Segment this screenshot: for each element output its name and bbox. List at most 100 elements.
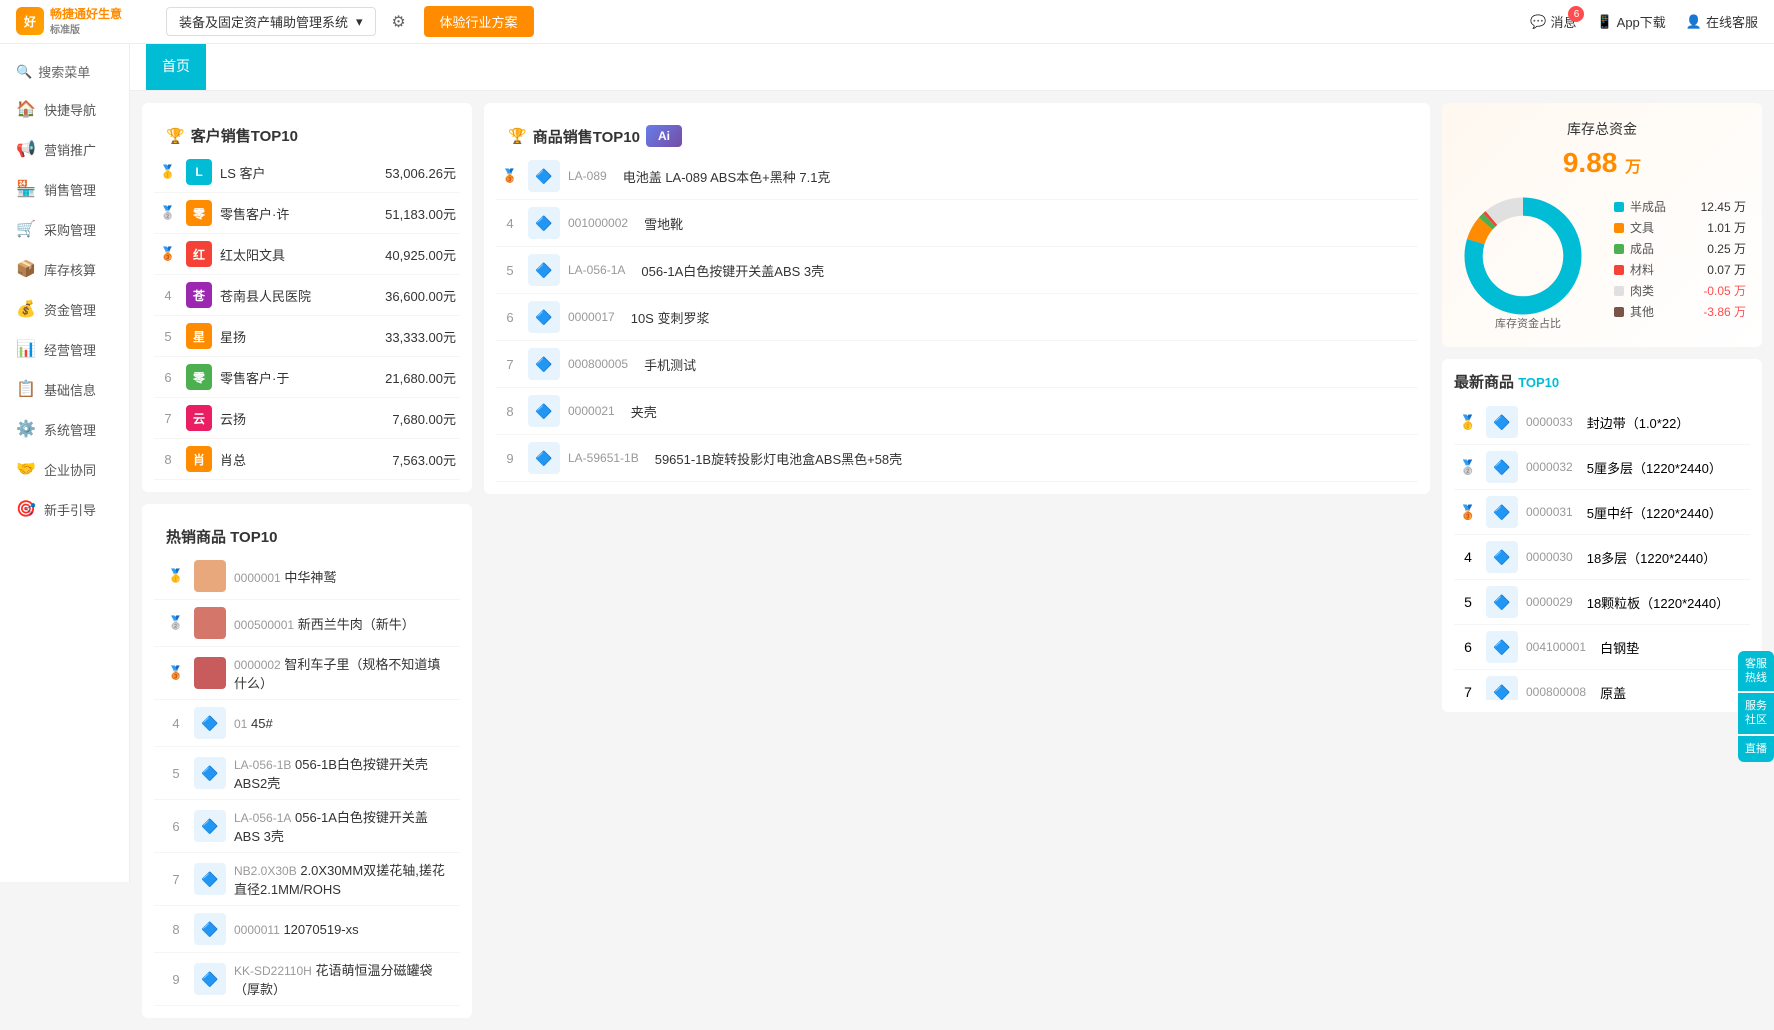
product-thumbnail: 🔷 [1486, 541, 1518, 573]
hot-product-row: 8 🔷 0000011 12070519-xs [154, 906, 460, 953]
product-thumbnail: 🔷 [194, 963, 226, 995]
hot-product-row: 6 🔷 LA-056-1A 056-1A白色按键开关盖ABS 3壳 [154, 800, 460, 853]
message-item[interactable]: 💬 消息 6 [1530, 12, 1576, 31]
product-sales-row: 🥉 🔷 LA-089 电池盖 LA-089 ABS本色+黑种 7.1克 [496, 153, 1418, 200]
customer-amount: 21,680.00元 [385, 368, 456, 387]
hot-products-panel: 热销商品 TOP10 🥇 0000001 中华神鹫 🥈 000500001 新西… [142, 504, 472, 1018]
tab-home[interactable]: 首页 [146, 44, 206, 90]
product-thumbnail: 🔷 [528, 301, 560, 333]
product-sales-panel: 🏆 商品销售TOP10 Ai 🥉 🔷 LA-089 电池盖 LA-089 ABS… [484, 103, 1430, 494]
sidebar-item-销售管理[interactable]: 🏪销售管理 [0, 169, 129, 209]
rank-number: 4 [158, 288, 178, 303]
product-sales-row: 9 🔷 LA-59651-1B 59651-1B旋转投影灯电池盒ABS黑色+58… [496, 435, 1418, 482]
sidebar-item-经营管理[interactable]: 📊经营管理 [0, 329, 129, 369]
customer-name: 肖总 [220, 450, 384, 469]
customer-rank-row: 🥈 零 零售客户·许 51,183.00元 [154, 193, 460, 234]
product-thumbnail: 🔷 [528, 348, 560, 380]
product-thumbnail: 🔷 [528, 207, 560, 239]
product-code: 0000021 [568, 404, 615, 418]
product-name: 封边带（1.0*22） [1587, 413, 1690, 432]
product-code: 0000011 [234, 923, 280, 937]
hot-product-row: 9 🔷 KK-SD22110H 花语萌恒温分磁罐袋（厚款） [154, 953, 460, 1006]
sidebar-item-库存核算[interactable]: 📦库存核算 [0, 249, 129, 289]
logo-area: 好 畅捷通好生意 标准版 [16, 7, 146, 36]
content-area: 🏆 客户销售TOP10 🥇 L LS 客户 53,006.26元 🥈 零 零售客… [130, 91, 1774, 1030]
system-selector[interactable]: 装备及固定资产辅助管理系统 ▾ [166, 7, 376, 36]
legend-value: 12.45 万 [1701, 198, 1746, 215]
hot-product-row: 4 🔷 01 45# [154, 700, 460, 747]
sidebar-item-营销推广[interactable]: 📢营销推广 [0, 129, 129, 169]
rank-number: 5 [166, 766, 186, 781]
product-thumbnail: 🔷 [1486, 406, 1518, 438]
product-thumbnail: 🔷 [194, 757, 226, 789]
product-thumbnail: 🔷 [1486, 451, 1518, 483]
sidebar-item-采购管理[interactable]: 🛒采购管理 [0, 209, 129, 249]
product-code: 001000002 [568, 216, 628, 230]
product-code: LA-59651-1B [568, 451, 639, 465]
product-sales-row: 7 🔷 000800005 手机测试 [496, 341, 1418, 388]
customer-avatar: 零 [186, 364, 212, 390]
app-download-item[interactable]: 📱 App下载 [1596, 12, 1665, 31]
nav-icon: 📦 [16, 259, 36, 279]
logo-main-text: 畅捷通好生意 [50, 7, 122, 21]
product-code: 0000032 [1526, 460, 1573, 474]
newest-product-row: 🥉 🔷 0000031 5厘中纤（1220*2440） [1454, 490, 1750, 535]
product-code: LA-056-1A [234, 811, 291, 825]
donut-label: 库存资金占比 [1458, 315, 1598, 331]
rank-number: 🥇 [166, 568, 186, 584]
legend-dot [1614, 223, 1624, 233]
product-thumbnail: 🔷 [194, 810, 226, 842]
product-thumbnail: 🔷 [194, 707, 226, 739]
customer-rank-row: 6 零 零售客户·于 21,680.00元 [154, 357, 460, 398]
online-service-item[interactable]: 👤 在线客服 [1686, 12, 1758, 31]
legend-dot [1614, 286, 1624, 296]
sidebar-item-基础信息[interactable]: 📋基础信息 [0, 369, 129, 409]
rank-number: 9 [500, 451, 520, 466]
float-btn-hotline[interactable]: 客服热线 [1738, 651, 1774, 692]
product-sales-title: 🏆 商品销售TOP10 Ai [508, 125, 682, 147]
rank-icon: 🥇 [1458, 414, 1478, 431]
product-code: 0000029 [1526, 595, 1573, 609]
rank-number: 7 [166, 872, 186, 887]
legend-name: 材料 [1630, 261, 1701, 278]
legend-item: 肉类 -0.05 万 [1614, 282, 1746, 299]
rank-number: 🥉 [500, 168, 520, 184]
sidebar-item-新手引导[interactable]: 🎯新手引导 [0, 489, 129, 529]
product-sales-row: 6 🔷 0000017 10S 变刺罗浆 [496, 294, 1418, 341]
product-name: 白钢垫 [1600, 638, 1639, 657]
float-btn-live[interactable]: 直播 [1738, 736, 1774, 762]
customer-rank-row: 5 星 星扬 33,333.00元 [154, 316, 460, 357]
legend-value: 0.07 万 [1707, 261, 1746, 278]
customer-rank-row: 7 云 云扬 7,680.00元 [154, 398, 460, 439]
customer-name: 红太阳文具 [220, 245, 377, 264]
product-thumbnail: 🔷 [1486, 496, 1518, 528]
trial-button[interactable]: 体验行业方案 [424, 6, 534, 37]
float-btn-community[interactable]: 服务社区 [1738, 693, 1774, 734]
newest-product-row: 🥈 🔷 0000032 5厘多层（1220*2440） [1454, 445, 1750, 490]
rank-icon: 4 [1458, 549, 1478, 565]
trophy-icon-2: 🏆 [508, 127, 527, 145]
inventory-amount: 9.88 万 [1458, 147, 1746, 179]
product-thumbnail: 🔷 [528, 395, 560, 427]
product-info: KK-SD22110H 花语萌恒温分磁罐袋（厚款） [234, 960, 448, 998]
header-right: 💬 消息 6 📱 App下载 👤 在线客服 [1530, 12, 1758, 31]
product-code: 0000030 [1526, 550, 1573, 564]
search-menu[interactable]: 🔍 搜索菜单 [0, 54, 129, 89]
product-name: 12070519-xs [283, 922, 358, 937]
product-sale-name: 59651-1B旋转投影灯电池盒ABS黑色+58壳 [655, 449, 1414, 468]
settings-button[interactable]: ⚙ [384, 7, 414, 37]
rank-number: 🥉 [158, 246, 178, 262]
sidebar-item-系统管理[interactable]: ⚙️系统管理 [0, 409, 129, 449]
legend-name: 文具 [1630, 219, 1701, 236]
sidebar-item-快捷导航[interactable]: 🏠快捷导航 [0, 89, 129, 129]
sidebar-item-资金管理[interactable]: 💰资金管理 [0, 289, 129, 329]
customer-rank-row: 4 苍 苍南县人民医院 36,600.00元 [154, 275, 460, 316]
customer-name: 零售客户·许 [220, 204, 377, 223]
donut-chart: 库存资金占比 [1458, 191, 1598, 331]
online-service-label: 在线客服 [1706, 12, 1758, 31]
customer-rank-row: 🥇 L LS 客户 53,006.26元 [154, 152, 460, 193]
inventory-amount-value: 9.88 [1563, 147, 1618, 178]
inventory-title: 库存总资金 [1458, 119, 1746, 139]
sidebar-item-企业协同[interactable]: 🤝企业协同 [0, 449, 129, 489]
legend-name: 半成品 [1630, 198, 1695, 215]
